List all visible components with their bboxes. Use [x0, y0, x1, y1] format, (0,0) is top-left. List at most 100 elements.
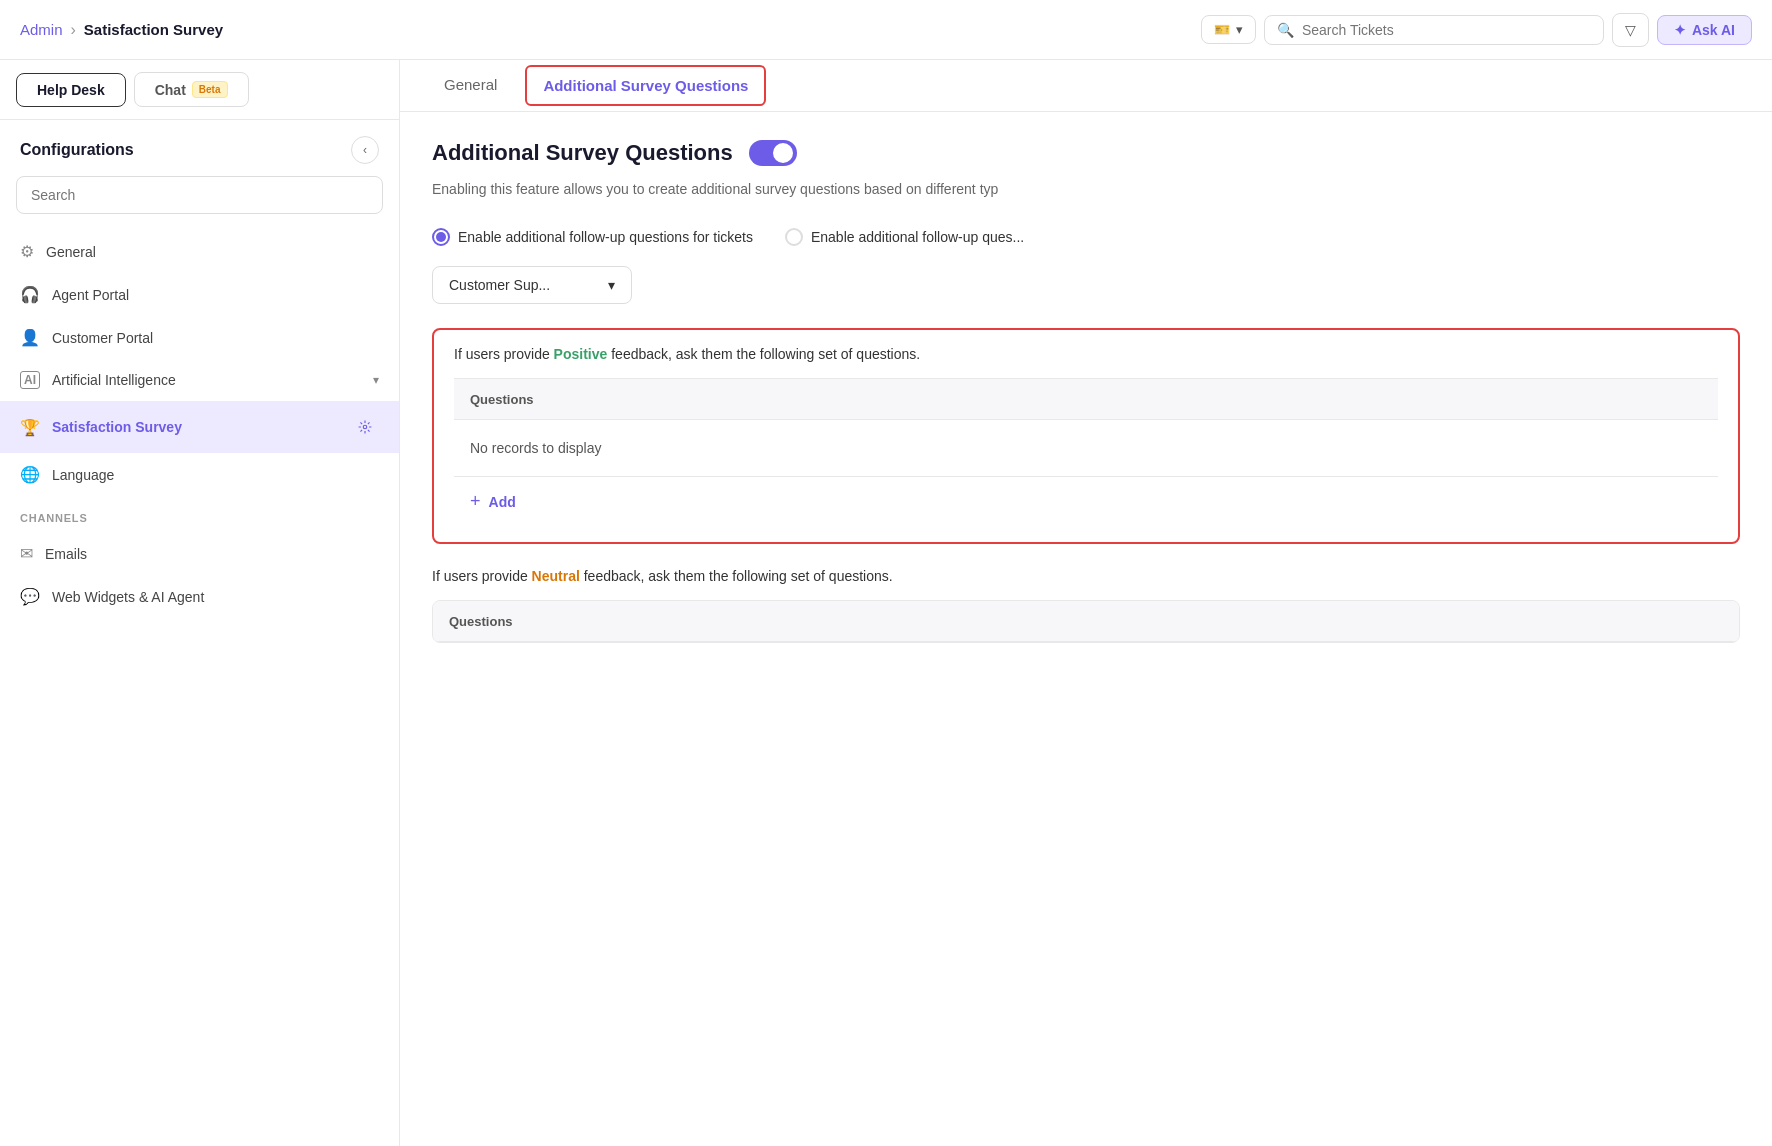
positive-word: Positive: [554, 346, 608, 362]
sidebar-item-general[interactable]: ⚙ General: [0, 230, 399, 273]
sidebar-item-ai[interactable]: AI Artificial Intelligence ▾: [0, 359, 399, 401]
sidebar-item-label: Language: [52, 467, 379, 483]
search-icon: 🔍: [1277, 22, 1294, 38]
questions-table-header: Questions: [454, 379, 1718, 420]
chat-icon: 💬: [20, 587, 40, 606]
positive-prefix: If users provide: [454, 346, 554, 362]
radio-circle-other: [785, 228, 803, 246]
positive-questions-table: Questions No records to display + Add: [454, 378, 1718, 526]
positive-feedback-text: If users provide Positive feedback, ask …: [454, 346, 920, 362]
filter-icon: ▽: [1625, 22, 1636, 38]
tab-chat[interactable]: Chat Beta: [134, 72, 249, 107]
sidebar-item-label: Web Widgets & AI Agent: [52, 589, 379, 605]
ask-ai-label: Ask AI: [1692, 22, 1735, 38]
sidebar-item-satisfaction-survey[interactable]: 🏆 Satisfaction Survey: [0, 401, 399, 453]
add-icon: +: [470, 491, 481, 512]
ticket-dropdown-arrow: ▾: [1236, 22, 1243, 37]
neutral-suffix: feedback, ask them the following set of …: [580, 568, 893, 584]
breadcrumb-separator: ›: [71, 21, 76, 39]
header-search-box: 🔍: [1264, 15, 1604, 45]
breadcrumb-admin-link[interactable]: Admin: [20, 21, 63, 38]
radio-option-tickets[interactable]: Enable additional follow-up questions fo…: [432, 228, 753, 246]
filter-button[interactable]: ▽: [1612, 13, 1649, 47]
sidebar: Help Desk Chat Beta Configurations ‹ ⚙ G…: [0, 60, 400, 1146]
tab-helpdesk[interactable]: Help Desk: [16, 73, 126, 107]
toggle-slider: [749, 140, 797, 166]
chevron-down-icon: ▾: [373, 373, 379, 387]
neutral-feedback-text: If users provide Neutral feedback, ask t…: [432, 568, 1740, 584]
radio-options-row: Enable additional follow-up questions fo…: [432, 228, 1740, 246]
beta-badge: Beta: [192, 81, 228, 98]
sidebar-item-extra: [351, 413, 379, 441]
sidebar-config-header: Configurations ‹: [0, 120, 399, 176]
sidebar-item-label: Agent Portal: [52, 287, 379, 303]
ask-ai-icon: ✦: [1674, 22, 1686, 38]
page-title: Additional Survey Questions: [432, 140, 733, 166]
content-area: General Additional Survey Questions Addi…: [400, 60, 1772, 1146]
content-title-row: Additional Survey Questions: [432, 140, 1740, 166]
sidebar-item-customer-portal[interactable]: 👤 Customer Portal: [0, 316, 399, 359]
extra-action-icon[interactable]: [351, 413, 379, 441]
gear-icon: ⚙: [20, 242, 34, 261]
tab-additional-survey[interactable]: Additional Survey Questions: [525, 65, 766, 106]
ask-ai-button[interactable]: ✦ Ask AI: [1657, 15, 1752, 45]
sidebar-item-web-widgets[interactable]: 💬 Web Widgets & AI Agent: [0, 575, 399, 618]
user-icon: 👤: [20, 328, 40, 347]
sidebar-item-label: General: [46, 244, 379, 260]
neutral-word: Neutral: [532, 568, 580, 584]
header-search-area: 🎫 ▾ 🔍 ▽ ✦ Ask AI: [1201, 13, 1752, 47]
neutral-questions-table: Questions: [432, 600, 1740, 643]
breadcrumb-current-page: Satisfaction Survey: [84, 21, 223, 38]
neutral-questions-header: Questions: [433, 601, 1739, 642]
ticket-type-selector[interactable]: 🎫 ▾: [1201, 15, 1256, 44]
radio-label-other: Enable additional follow-up ques...: [811, 229, 1024, 245]
radio-inner: [436, 232, 446, 242]
positive-feedback-section: If users provide Positive feedback, ask …: [432, 328, 1740, 544]
neutral-feedback-section: If users provide Neutral feedback, ask t…: [432, 568, 1740, 643]
search-input[interactable]: [1302, 22, 1591, 38]
app-header: Admin › Satisfaction Survey 🎫 ▾ 🔍 ▽ ✦ As…: [0, 0, 1772, 60]
sidebar-search-box: [16, 176, 383, 214]
sidebar-item-emails[interactable]: ✉ Emails: [0, 532, 399, 575]
radio-circle-tickets: [432, 228, 450, 246]
sidebar-item-label: Satisfaction Survey: [52, 419, 339, 435]
breadcrumb: Admin › Satisfaction Survey: [20, 21, 223, 39]
svg-point-0: [363, 425, 367, 429]
neutral-questions-column-header: Questions: [449, 614, 513, 629]
feature-toggle[interactable]: [749, 140, 797, 166]
collapse-button[interactable]: ‹: [351, 136, 379, 164]
ai-icon: AI: [20, 371, 40, 389]
headset-icon: 🎧: [20, 285, 40, 304]
content-body: Additional Survey Questions Enabling thi…: [400, 112, 1772, 671]
main-layout: Help Desk Chat Beta Configurations ‹ ⚙ G…: [0, 60, 1772, 1146]
neutral-prefix: If users provide: [432, 568, 532, 584]
tab-chat-label: Chat: [155, 82, 186, 98]
sidebar-tabs: Help Desk Chat Beta: [0, 60, 399, 120]
survey-icon: 🏆: [20, 418, 40, 437]
sidebar-nav: ⚙ General 🎧 Agent Portal 👤 Customer Port…: [0, 230, 399, 1146]
channels-section-label: CHANNELS: [0, 496, 399, 532]
questions-column-header: Questions: [470, 392, 534, 407]
email-icon: ✉: [20, 544, 33, 563]
sidebar-search-input[interactable]: [16, 176, 383, 214]
radio-label-tickets: Enable additional follow-up questions fo…: [458, 229, 753, 245]
category-dropdown[interactable]: Customer Sup... ▾: [432, 266, 632, 304]
sidebar-item-agent-portal[interactable]: 🎧 Agent Portal: [0, 273, 399, 316]
dropdown-value: Customer Sup...: [449, 277, 550, 293]
sidebar-item-label: Emails: [45, 546, 379, 562]
add-question-button[interactable]: + Add: [454, 477, 1718, 526]
ticket-icon: 🎫: [1214, 22, 1230, 37]
sidebar-item-label: Artificial Intelligence: [52, 372, 361, 388]
tab-general[interactable]: General: [424, 60, 517, 111]
positive-suffix: feedback, ask them the following set of …: [607, 346, 920, 362]
radio-option-other[interactable]: Enable additional follow-up ques...: [785, 228, 1024, 246]
sidebar-item-language[interactable]: 🌐 Language: [0, 453, 399, 496]
no-records-message: No records to display: [454, 420, 1718, 477]
content-tabs: General Additional Survey Questions: [400, 60, 1772, 112]
sidebar-item-label: Customer Portal: [52, 330, 379, 346]
feature-description: Enabling this feature allows you to crea…: [432, 178, 1740, 200]
chevron-down-icon: ▾: [608, 277, 615, 293]
configurations-title: Configurations: [20, 141, 134, 159]
globe-icon: 🌐: [20, 465, 40, 484]
add-label: Add: [489, 494, 516, 510]
